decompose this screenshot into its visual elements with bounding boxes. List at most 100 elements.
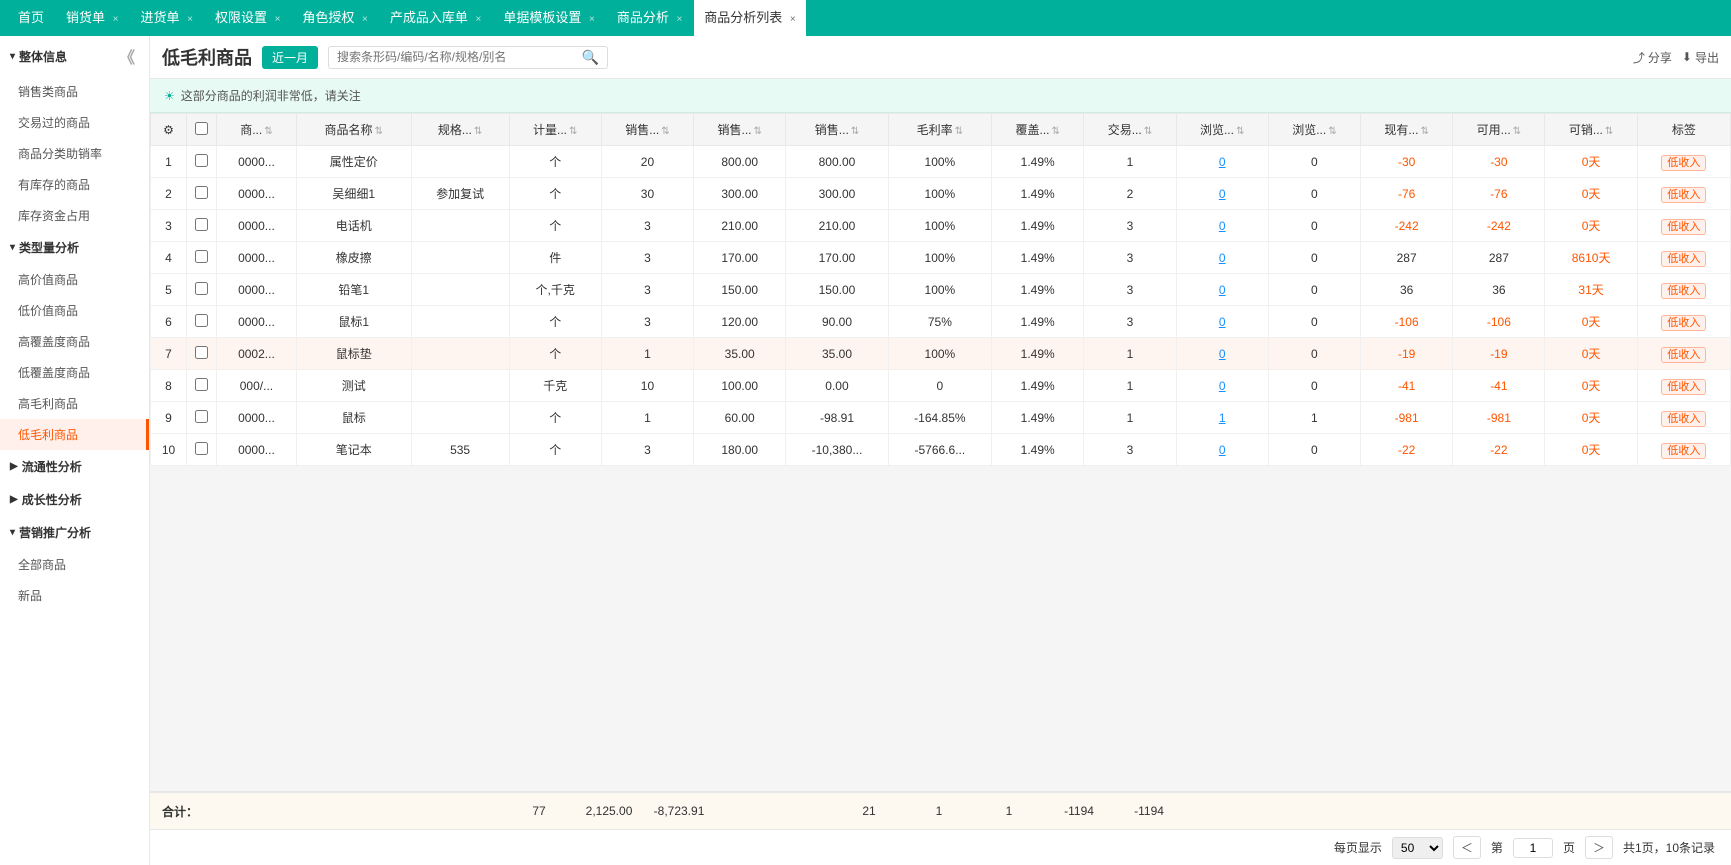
col-views1[interactable]: 浏览...⇅ <box>1176 114 1268 146</box>
row-checkbox[interactable] <box>195 218 208 231</box>
views1-link[interactable]: 1 <box>1219 411 1226 425</box>
row-views1[interactable]: 0 <box>1176 274 1268 306</box>
sidebar-group-circulation[interactable]: ▶ 流通性分析 <box>0 450 149 483</box>
sidebar-item-low-coverage[interactable]: 低覆盖度商品 <box>0 357 149 388</box>
nav-template[interactable]: 单据模板设置 × <box>493 0 604 36</box>
views1-link[interactable]: 0 <box>1219 187 1226 201</box>
row-checkbox[interactable] <box>195 314 208 327</box>
sidebar-group-marketing[interactable]: ▾ 营销推广分析 <box>0 516 149 549</box>
row-views1[interactable]: 0 <box>1176 146 1268 178</box>
col-name[interactable]: 商品名称⇅ <box>296 114 411 146</box>
gear-icon[interactable]: ⚙ <box>163 123 174 137</box>
row-views1[interactable]: 0 <box>1176 242 1268 274</box>
col-spec[interactable]: 规格...⇅ <box>411 114 509 146</box>
row-checkbox-cell[interactable] <box>187 338 217 370</box>
nav-close-analysis-list[interactable]: × <box>790 14 796 25</box>
row-checkbox[interactable] <box>195 282 208 295</box>
views1-link[interactable]: 0 <box>1219 379 1226 393</box>
search-input[interactable] <box>337 50 582 64</box>
nav-sales-order[interactable]: 销货单 × <box>56 0 128 36</box>
row-checkbox-cell[interactable] <box>187 370 217 402</box>
nav-close-purchase[interactable]: × <box>187 14 193 25</box>
col-sales-amt[interactable]: 销售...⇅ <box>694 114 786 146</box>
sidebar-item-traded-goods[interactable]: 交易过的商品 <box>0 107 149 138</box>
row-views1[interactable]: 0 <box>1176 306 1268 338</box>
row-checkbox[interactable] <box>195 154 208 167</box>
views1-link[interactable]: 0 <box>1219 315 1226 329</box>
row-checkbox[interactable] <box>195 442 208 455</box>
row-views1[interactable]: 0 <box>1176 370 1268 402</box>
row-checkbox-cell[interactable] <box>187 210 217 242</box>
row-checkbox[interactable] <box>195 346 208 359</box>
sidebar-item-new-goods[interactable]: 新品 <box>0 580 149 611</box>
prev-page-btn[interactable]: ＜ <box>1453 836 1481 859</box>
time-filter-btn[interactable]: 近一月 <box>262 46 318 69</box>
views1-link[interactable]: 0 <box>1219 251 1226 265</box>
col-stock-avail[interactable]: 可用...⇅ <box>1453 114 1545 146</box>
sidebar-item-high-margin[interactable]: 高毛利商品 <box>0 388 149 419</box>
col-days[interactable]: 可销...⇅ <box>1545 114 1637 146</box>
page-number-input[interactable] <box>1513 838 1553 858</box>
views1-link[interactable]: 0 <box>1219 219 1226 233</box>
nav-home[interactable]: 首页 <box>8 0 54 36</box>
nav-close-role[interactable]: × <box>362 14 368 25</box>
nav-close-stock[interactable]: × <box>476 14 482 25</box>
row-checkbox-cell[interactable] <box>187 402 217 434</box>
sidebar-item-all-goods[interactable]: 全部商品 <box>0 549 149 580</box>
col-views2[interactable]: 浏览...⇅ <box>1268 114 1360 146</box>
sidebar-item-high-coverage[interactable]: 高覆盖度商品 <box>0 326 149 357</box>
row-checkbox-cell[interactable] <box>187 242 217 274</box>
nav-product-stock[interactable]: 产成品入库单 × <box>380 0 491 36</box>
sidebar-item-stock-goods[interactable]: 有库存的商品 <box>0 169 149 200</box>
col-transactions[interactable]: 交易...⇅ <box>1084 114 1176 146</box>
row-views1[interactable]: 0 <box>1176 210 1268 242</box>
sidebar-group-type[interactable]: ▾ 类型量分析 <box>0 231 149 264</box>
row-checkbox[interactable] <box>195 378 208 391</box>
nav-analysis-list[interactable]: 商品分析列表 × <box>694 0 805 36</box>
views1-link[interactable]: 0 <box>1219 347 1226 361</box>
export-button[interactable]: ⬇ 导出 <box>1682 49 1719 66</box>
col-margin[interactable]: 毛利率⇅ <box>888 114 991 146</box>
sidebar-item-sales-goods[interactable]: 销售类商品 <box>0 76 149 107</box>
row-views1[interactable]: 0 <box>1176 434 1268 466</box>
nav-product-analysis[interactable]: 商品分析 × <box>607 0 692 36</box>
sidebar-group-overall[interactable]: ▾ 整体信息 《 <box>0 36 149 76</box>
sidebar-group-growth[interactable]: ▶ 成长性分析 <box>0 483 149 516</box>
col-stock-cur[interactable]: 现有...⇅ <box>1361 114 1453 146</box>
sidebar-item-stock-fund[interactable]: 库存资金占用 <box>0 200 149 231</box>
sidebar-item-low-value[interactable]: 低价值商品 <box>0 295 149 326</box>
row-checkbox-cell[interactable] <box>187 306 217 338</box>
views1-link[interactable]: 0 <box>1219 155 1226 169</box>
page-size-select[interactable]: 50 100 <box>1392 837 1443 859</box>
nav-close-sales[interactable]: × <box>113 14 119 25</box>
views1-link[interactable]: 0 <box>1219 283 1226 297</box>
nav-purchase-order[interactable]: 进货单 × <box>130 0 202 36</box>
nav-permission[interactable]: 权限设置 × <box>205 0 290 36</box>
col-coverage[interactable]: 覆盖...⇅ <box>992 114 1084 146</box>
sidebar-collapse-btn[interactable]: 《 <box>115 44 139 68</box>
row-checkbox-cell[interactable] <box>187 178 217 210</box>
sidebar-item-category-rate[interactable]: 商品分类助销率 <box>0 138 149 169</box>
col-checkbox[interactable] <box>187 114 217 146</box>
search-icon[interactable]: 🔍 <box>582 49 599 66</box>
nav-close-permission[interactable]: × <box>275 14 281 25</box>
select-all-checkbox[interactable] <box>195 122 208 135</box>
sidebar-item-low-margin[interactable]: 低毛利商品 <box>0 419 149 450</box>
row-checkbox[interactable] <box>195 186 208 199</box>
row-checkbox[interactable] <box>195 410 208 423</box>
col-gear[interactable]: ⚙ <box>151 114 187 146</box>
nav-close-analysis[interactable]: × <box>676 14 682 25</box>
row-views1[interactable]: 0 <box>1176 338 1268 370</box>
nav-close-template[interactable]: × <box>589 14 595 25</box>
col-unit[interactable]: 计量...⇅ <box>509 114 601 146</box>
col-sales-profit[interactable]: 销售...⇅ <box>786 114 888 146</box>
views1-link[interactable]: 0 <box>1219 443 1226 457</box>
row-views1[interactable]: 1 <box>1176 402 1268 434</box>
col-sales-qty[interactable]: 销售...⇅ <box>601 114 693 146</box>
row-checkbox-cell[interactable] <box>187 146 217 178</box>
row-checkbox[interactable] <box>195 250 208 263</box>
row-checkbox-cell[interactable] <box>187 274 217 306</box>
share-button[interactable]: ⤴ 分享 <box>1633 49 1672 66</box>
nav-role-auth[interactable]: 角色授权 × <box>292 0 377 36</box>
row-views1[interactable]: 0 <box>1176 178 1268 210</box>
